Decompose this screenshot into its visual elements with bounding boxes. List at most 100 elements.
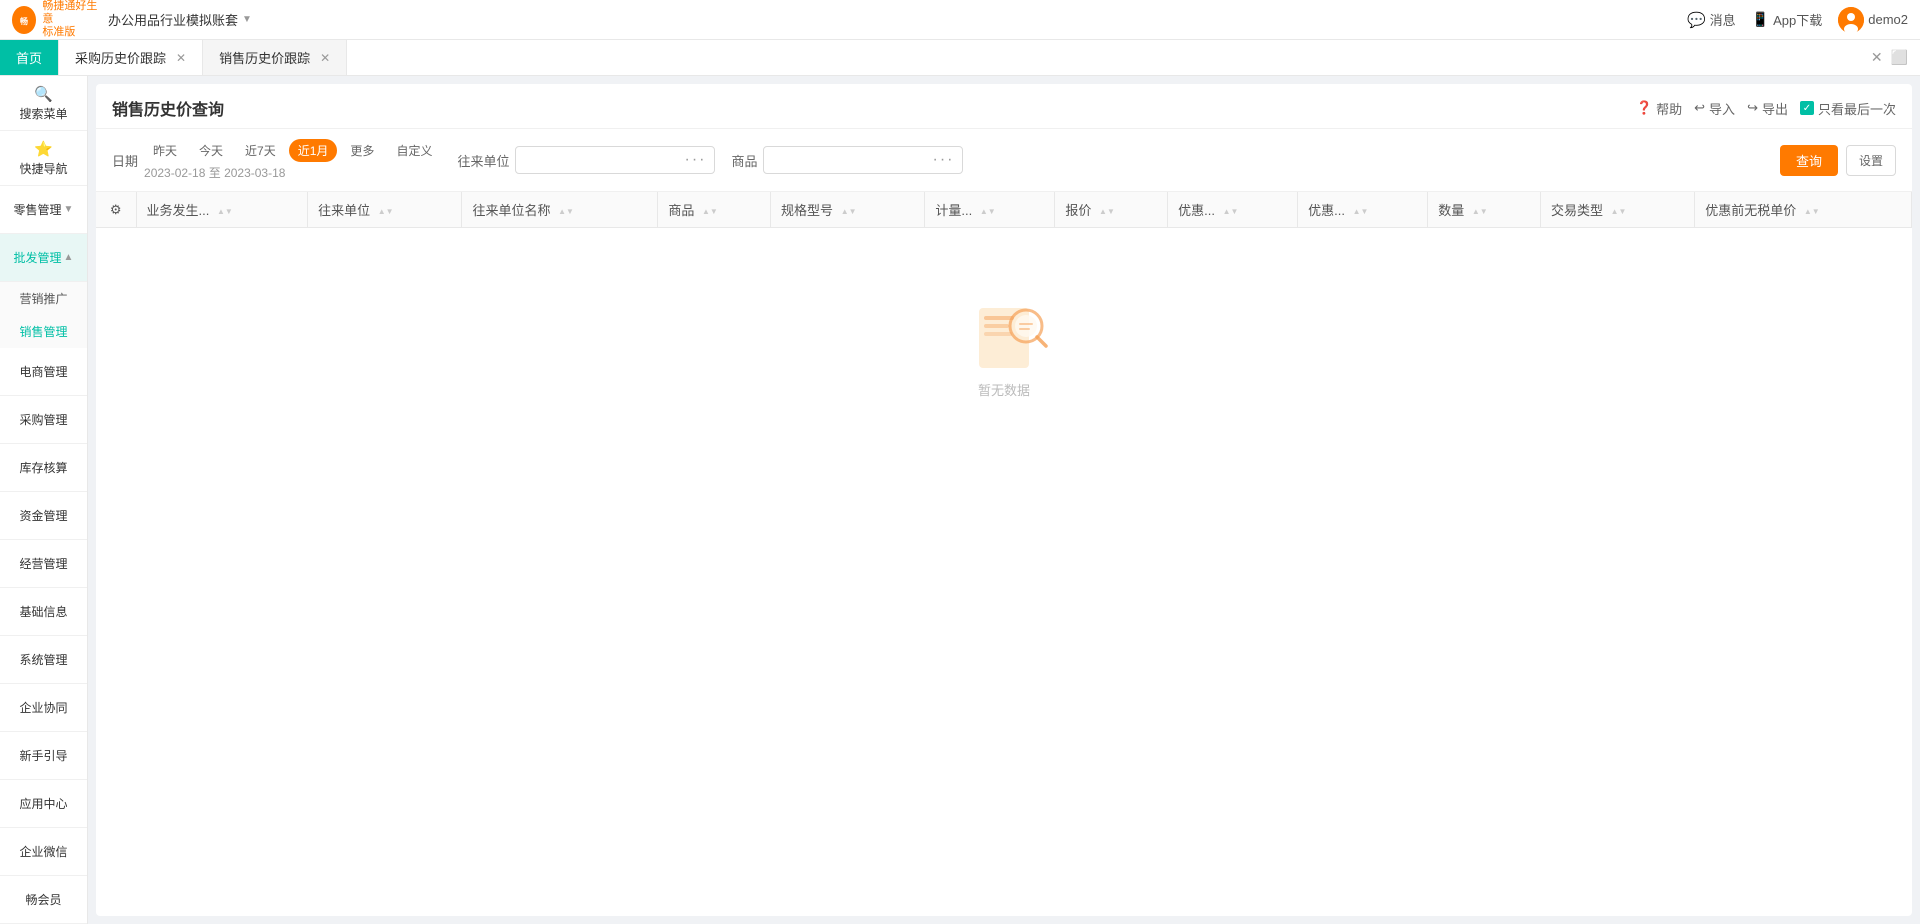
export-icon: ↪ bbox=[1747, 100, 1758, 116]
sidebar-item-shortcut[interactable]: ⭐ 快捷导航 bbox=[0, 131, 87, 186]
col-counterparty-name[interactable]: 往来单位名称 ▲▼ bbox=[462, 192, 658, 228]
sidebar-item-enterprise[interactable]: 企业协同 bbox=[0, 684, 87, 732]
sidebar-label-purchase: 采购管理 bbox=[19, 411, 67, 428]
sidebar-item-inventory[interactable]: 库存核算 bbox=[0, 444, 87, 492]
date-btn-yesterday[interactable]: 昨天 bbox=[144, 139, 186, 162]
main-layout: 🔍 搜索菜单 ⭐ 快捷导航 零售管理 ▼ 批发管理 ▲ 营销推广 销售管理 电商… bbox=[0, 76, 1920, 924]
maximize-icon[interactable]: ⬜ bbox=[1891, 49, 1908, 66]
col-discount2[interactable]: 优惠... ▲▼ bbox=[1298, 192, 1428, 228]
sidebar-label-marketing: 营销推广 bbox=[19, 292, 67, 306]
only-last-checkbox[interactable]: ✓ 只看最后一次 bbox=[1800, 99, 1896, 118]
wholesale-arrow-icon: ▲ bbox=[64, 252, 74, 263]
product-input[interactable]: ··· bbox=[763, 146, 963, 174]
tab-purchase-history[interactable]: 采购历史价跟踪 ✕ bbox=[59, 40, 203, 75]
date-range-text: 2023-02-18 至 2023-03-18 bbox=[144, 164, 441, 181]
help-label: 帮助 bbox=[1656, 99, 1682, 118]
product-label: 商品 bbox=[731, 151, 757, 170]
sidebar-label-system: 系统管理 bbox=[19, 651, 67, 668]
sidebar-item-system[interactable]: 系统管理 bbox=[0, 636, 87, 684]
sidebar-item-member[interactable]: 畅会员 bbox=[0, 876, 87, 924]
header-right: 💬 消息 📱 App下载 demo2 bbox=[1687, 7, 1908, 33]
sidebar-label-finance: 资金管理 bbox=[19, 507, 67, 524]
import-link[interactable]: ↩ 导入 bbox=[1694, 99, 1735, 118]
tab-home[interactable]: 首页 bbox=[0, 40, 59, 75]
sort-arrows-product: ▲▼ bbox=[702, 207, 718, 216]
sidebar-item-search[interactable]: 🔍 搜索菜单 bbox=[0, 76, 87, 131]
settings-button[interactable]: 设置 bbox=[1846, 145, 1896, 176]
product-filter-group: 商品 ··· bbox=[731, 146, 963, 174]
empty-illustration bbox=[964, 288, 1044, 368]
col-quantity[interactable]: 数量 ▲▼ bbox=[1428, 192, 1541, 228]
empty-text: 暂无数据 bbox=[978, 380, 1030, 399]
col-quote[interactable]: 报价 ▲▼ bbox=[1055, 192, 1168, 228]
col-pretax-price-label: 优惠前无税单价 bbox=[1705, 203, 1796, 218]
query-button[interactable]: 查询 bbox=[1780, 145, 1838, 176]
col-product-label: 商品 bbox=[668, 203, 694, 218]
search-icon: 🔍 bbox=[34, 85, 53, 103]
sidebar-item-wechat[interactable]: 企业微信 bbox=[0, 828, 87, 876]
col-product[interactable]: 商品 ▲▼ bbox=[658, 192, 771, 228]
sort-arrows-tx-type: ▲▼ bbox=[1611, 207, 1627, 216]
user-avatar-area[interactable]: demo2 bbox=[1838, 7, 1908, 33]
date-btn-more[interactable]: 更多 bbox=[341, 139, 383, 162]
date-btn-today[interactable]: 今天 bbox=[190, 139, 232, 162]
sort-arrows-pretax-price: ▲▼ bbox=[1804, 207, 1820, 216]
top-header: 畅 畅捷通好生意 标准版 办公用品行业模拟账套 ▼ 💬 消息 📱 App下载 bbox=[0, 0, 1920, 40]
sidebar-item-guide[interactable]: 新手引导 bbox=[0, 732, 87, 780]
message-button[interactable]: 💬 消息 bbox=[1687, 10, 1736, 29]
tab-home-label: 首页 bbox=[16, 48, 42, 67]
sidebar-label-appstore: 应用中心 bbox=[19, 795, 67, 812]
sidebar-item-retail[interactable]: 零售管理 ▼ bbox=[0, 186, 87, 234]
date-range-buttons: 昨天 今天 近7天 近1月 更多 自定义 bbox=[144, 139, 441, 162]
only-last-label: 只看最后一次 bbox=[1818, 99, 1896, 118]
date-btn-7days[interactable]: 近7天 bbox=[236, 139, 285, 162]
counterparty-dots-icon: ··· bbox=[684, 151, 706, 169]
sidebar-item-sales-mgmt[interactable]: 销售管理 bbox=[0, 315, 87, 348]
date-btn-1month[interactable]: 近1月 bbox=[289, 139, 338, 162]
col-biz-date[interactable]: 业务发生... ▲▼ bbox=[136, 192, 308, 228]
sidebar-item-purchase[interactable]: 采购管理 bbox=[0, 396, 87, 444]
col-spec[interactable]: 规格型号 ▲▼ bbox=[771, 192, 925, 228]
sidebar-label-shortcut: 快捷导航 bbox=[19, 160, 67, 177]
counterparty-label: 往来单位 bbox=[457, 151, 509, 170]
sidebar-item-ecommerce[interactable]: 电商管理 bbox=[0, 348, 87, 396]
tab-sales-history[interactable]: 销售历史价跟踪 ✕ bbox=[203, 40, 347, 75]
col-biz-date-label: 业务发生... bbox=[147, 203, 210, 218]
col-pretax-price[interactable]: 优惠前无税单价 ▲▼ bbox=[1695, 192, 1912, 228]
tab-purchase-close-icon[interactable]: ✕ bbox=[176, 51, 186, 65]
message-icon: 💬 bbox=[1687, 11, 1706, 29]
sidebar-label-inventory: 库存核算 bbox=[19, 459, 67, 476]
sidebar-item-finance[interactable]: 资金管理 bbox=[0, 492, 87, 540]
col-discount1[interactable]: 优惠... ▲▼ bbox=[1168, 192, 1298, 228]
app-download-button[interactable]: 📱 App下载 bbox=[1752, 10, 1823, 29]
workspace-selector[interactable]: 办公用品行业模拟账套 ▼ bbox=[108, 10, 252, 29]
sidebar-item-marketing[interactable]: 营销推广 bbox=[0, 282, 87, 315]
col-gear[interactable]: ⚙ bbox=[96, 192, 136, 228]
sidebar-item-appstore[interactable]: 应用中心 bbox=[0, 780, 87, 828]
checkbox-icon: ✓ bbox=[1800, 101, 1814, 115]
sort-arrows-counterparty-name: ▲▼ bbox=[558, 207, 574, 216]
shortcut-icon: ⭐ bbox=[34, 140, 53, 158]
col-quote-label: 报价 bbox=[1065, 203, 1091, 218]
help-link[interactable]: ❓ 帮助 bbox=[1636, 99, 1682, 118]
col-tx-type[interactable]: 交易类型 ▲▼ bbox=[1540, 192, 1694, 228]
col-counterparty[interactable]: 往来单位 ▲▼ bbox=[308, 192, 462, 228]
logo-area: 畅 畅捷通好生意 标准版 bbox=[12, 0, 100, 39]
sidebar-item-basic[interactable]: 基础信息 bbox=[0, 588, 87, 636]
sidebar-label-basic: 基础信息 bbox=[19, 603, 67, 620]
counterparty-input[interactable]: ··· bbox=[515, 146, 715, 174]
sidebar-label-sales-mgmt: 销售管理 bbox=[19, 325, 67, 339]
sidebar-item-operations[interactable]: 经营管理 bbox=[0, 540, 87, 588]
import-label: 导入 bbox=[1709, 99, 1735, 118]
export-link[interactable]: ↪ 导出 bbox=[1747, 99, 1788, 118]
date-btn-custom[interactable]: 自定义 bbox=[387, 139, 441, 162]
close-window-icon[interactable]: ✕ bbox=[1871, 49, 1883, 66]
col-counterparty-label: 往来单位 bbox=[318, 203, 370, 218]
svg-text:畅: 畅 bbox=[20, 16, 28, 26]
sidebar-item-wholesale[interactable]: 批发管理 ▲ bbox=[0, 234, 87, 282]
col-unit[interactable]: 计量... ▲▼ bbox=[925, 192, 1055, 228]
col-quantity-label: 数量 bbox=[1438, 203, 1464, 218]
tab-sales-close-icon[interactable]: ✕ bbox=[320, 51, 330, 65]
page-header-actions: ❓ 帮助 ↩ 导入 ↪ 导出 ✓ 只看最后一次 bbox=[1636, 99, 1896, 118]
col-counterparty-name-label: 往来单位名称 bbox=[472, 203, 550, 218]
